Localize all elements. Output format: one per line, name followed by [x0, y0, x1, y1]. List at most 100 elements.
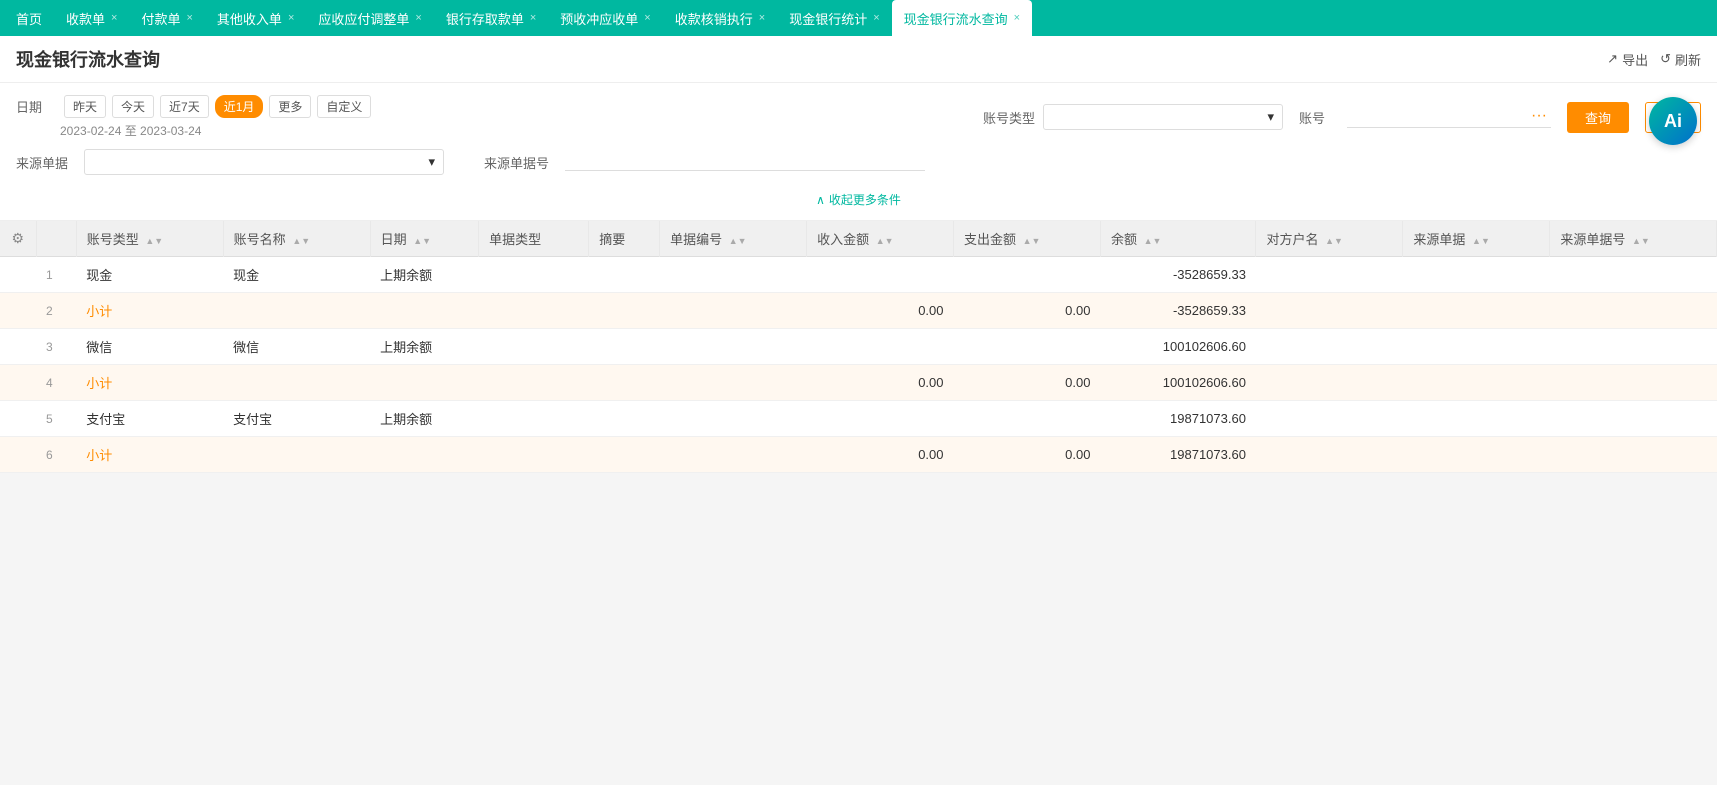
close-icon[interactable]: × — [644, 12, 650, 24]
ai-badge[interactable]: Ai — [1649, 97, 1697, 145]
cell-account-name — [223, 365, 370, 401]
nav-yushou[interactable]: 预收冲应收单 × — [548, 0, 662, 36]
cell-gear — [0, 365, 36, 401]
col-doc-type: 单据类型 — [479, 221, 589, 257]
collapse-icon: ∧ — [816, 193, 825, 207]
refresh-button[interactable]: ↺ 刷新 — [1660, 50, 1701, 69]
collapse-bar[interactable]: ∧ 收起更多条件 — [16, 185, 1701, 208]
cell-index: 5 — [36, 401, 76, 437]
gear-icon[interactable]: ⚙ — [11, 230, 24, 246]
account-label: 账号 — [1299, 108, 1339, 127]
cell-balance: 19871073.60 — [1100, 401, 1256, 437]
nav-yingshouyingfu[interactable]: 应收应付调整单 × — [306, 0, 433, 36]
sort-icon: ▲▼ — [1325, 236, 1343, 246]
query-button[interactable]: 查询 — [1567, 102, 1629, 133]
col-source-doc[interactable]: 来源单据 ▲▼ — [1403, 221, 1550, 257]
sort-icon: ▲▼ — [1472, 236, 1490, 246]
cell-source-doc-no — [1550, 365, 1717, 401]
col-source-doc-no[interactable]: 来源单据号 ▲▼ — [1550, 221, 1717, 257]
cell-account-type: 小计 — [76, 437, 223, 473]
col-doc-no[interactable]: 单据编号 ▲▼ — [660, 221, 807, 257]
nav-shoudan[interactable]: 收款单 × — [54, 0, 129, 36]
export-button[interactable]: ↗ 导出 — [1607, 50, 1648, 69]
cell-expense: 0.00 — [954, 365, 1101, 401]
nav-qitashouru[interactable]: 其他收入单 × — [205, 0, 306, 36]
source-doc-select[interactable]: ▾ — [84, 149, 444, 175]
cell-income: 0.00 — [807, 437, 954, 473]
nav-fukudan[interactable]: 付款单 × — [129, 0, 204, 36]
cell-source-doc-no — [1550, 437, 1717, 473]
close-icon[interactable]: × — [111, 12, 117, 24]
cell-doc-no — [660, 437, 807, 473]
cell-gear — [0, 401, 36, 437]
cell-counterparty — [1256, 329, 1403, 365]
col-counterparty[interactable]: 对方户名 ▲▼ — [1256, 221, 1403, 257]
cell-summary — [589, 401, 660, 437]
account-type-select[interactable]: ▾ — [1043, 104, 1283, 130]
cell-doc-no — [660, 293, 807, 329]
account-input-group: ··· — [1347, 107, 1551, 128]
date-btn-custom[interactable]: 自定义 — [317, 95, 371, 118]
col-expense[interactable]: 支出金额 ▲▼ — [954, 221, 1101, 257]
col-account-type[interactable]: 账号类型 ▲▼ — [76, 221, 223, 257]
cell-expense — [954, 329, 1101, 365]
col-date[interactable]: 日期 ▲▼ — [370, 221, 479, 257]
cell-income: 0.00 — [807, 365, 954, 401]
nav-yinhang[interactable]: 银行存取款单 × — [434, 0, 548, 36]
date-btn-today[interactable]: 今天 — [112, 95, 154, 118]
cell-counterparty — [1256, 257, 1403, 293]
account-input[interactable] — [1347, 108, 1527, 123]
col-summary: 摘要 — [589, 221, 660, 257]
col-balance[interactable]: 余额 ▲▼ — [1100, 221, 1256, 257]
cell-expense: 0.00 — [954, 293, 1101, 329]
cell-account-type: 微信 — [76, 329, 223, 365]
col-index — [36, 221, 76, 257]
cell-source-doc-no — [1550, 401, 1717, 437]
cell-account-name: 现金 — [223, 257, 370, 293]
col-account-name[interactable]: 账号名称 ▲▼ — [223, 221, 370, 257]
cell-index: 6 — [36, 437, 76, 473]
account-lookup-button[interactable]: ··· — [1527, 107, 1551, 125]
date-btn-more[interactable]: 更多 — [269, 95, 311, 118]
cell-doc-type — [479, 401, 589, 437]
date-btn-1month[interactable]: 近1月 — [215, 95, 264, 118]
account-type-label: 账号类型 — [983, 108, 1035, 127]
cell-source-doc — [1403, 257, 1550, 293]
cell-source-doc-no — [1550, 329, 1717, 365]
cell-income — [807, 401, 954, 437]
cell-balance: 19871073.60 — [1100, 437, 1256, 473]
cell-balance: 100102606.60 — [1100, 329, 1256, 365]
close-icon[interactable]: × — [1014, 12, 1020, 24]
close-icon[interactable]: × — [759, 12, 765, 24]
close-icon[interactable]: × — [873, 12, 879, 24]
date-btn-yesterday[interactable]: 昨天 — [64, 95, 106, 118]
cell-doc-type — [479, 437, 589, 473]
account-type-group: 账号类型 ▾ — [983, 104, 1283, 130]
cell-balance: 100102606.60 — [1100, 365, 1256, 401]
table-body: 1现金现金上期余额-3528659.332小计0.000.00-3528659.… — [0, 257, 1717, 473]
cell-gear — [0, 437, 36, 473]
close-icon[interactable]: × — [288, 12, 294, 24]
nav-xianjin-stat[interactable]: 现金银行统计 × — [777, 0, 891, 36]
sort-icon: ▲▼ — [413, 236, 431, 246]
cell-source-doc-no — [1550, 293, 1717, 329]
header-actions: ↗ 导出 ↺ 刷新 — [1607, 50, 1701, 69]
nav-shoukuan[interactable]: 收款核销执行 × — [663, 0, 777, 36]
close-icon[interactable]: × — [415, 12, 421, 24]
cell-source-doc-no — [1550, 257, 1717, 293]
source-doc-no-input[interactable] — [565, 153, 925, 168]
date-filter: 日期 昨天 今天 近7天 近1月 更多 自定义 2023-02-24 至 202… — [16, 95, 371, 139]
date-btn-7days[interactable]: 近7天 — [160, 95, 209, 118]
nav-xianjin-query[interactable]: 现金银行流水查询 × — [892, 0, 1032, 36]
cell-income — [807, 329, 954, 365]
close-icon[interactable]: × — [186, 12, 192, 24]
close-icon[interactable]: × — [530, 12, 536, 24]
col-income[interactable]: 收入金额 ▲▼ — [807, 221, 954, 257]
table-container: ⚙ 账号类型 ▲▼ 账号名称 ▲▼ 日期 ▲▼ 单据类型 摘要 单 — [0, 221, 1717, 473]
sort-icon: ▲▼ — [729, 236, 747, 246]
nav-home[interactable]: 首页 — [4, 0, 54, 36]
cell-account-type: 小计 — [76, 293, 223, 329]
cell-gear — [0, 257, 36, 293]
cell-doc-type — [479, 365, 589, 401]
cell-date — [370, 437, 479, 473]
